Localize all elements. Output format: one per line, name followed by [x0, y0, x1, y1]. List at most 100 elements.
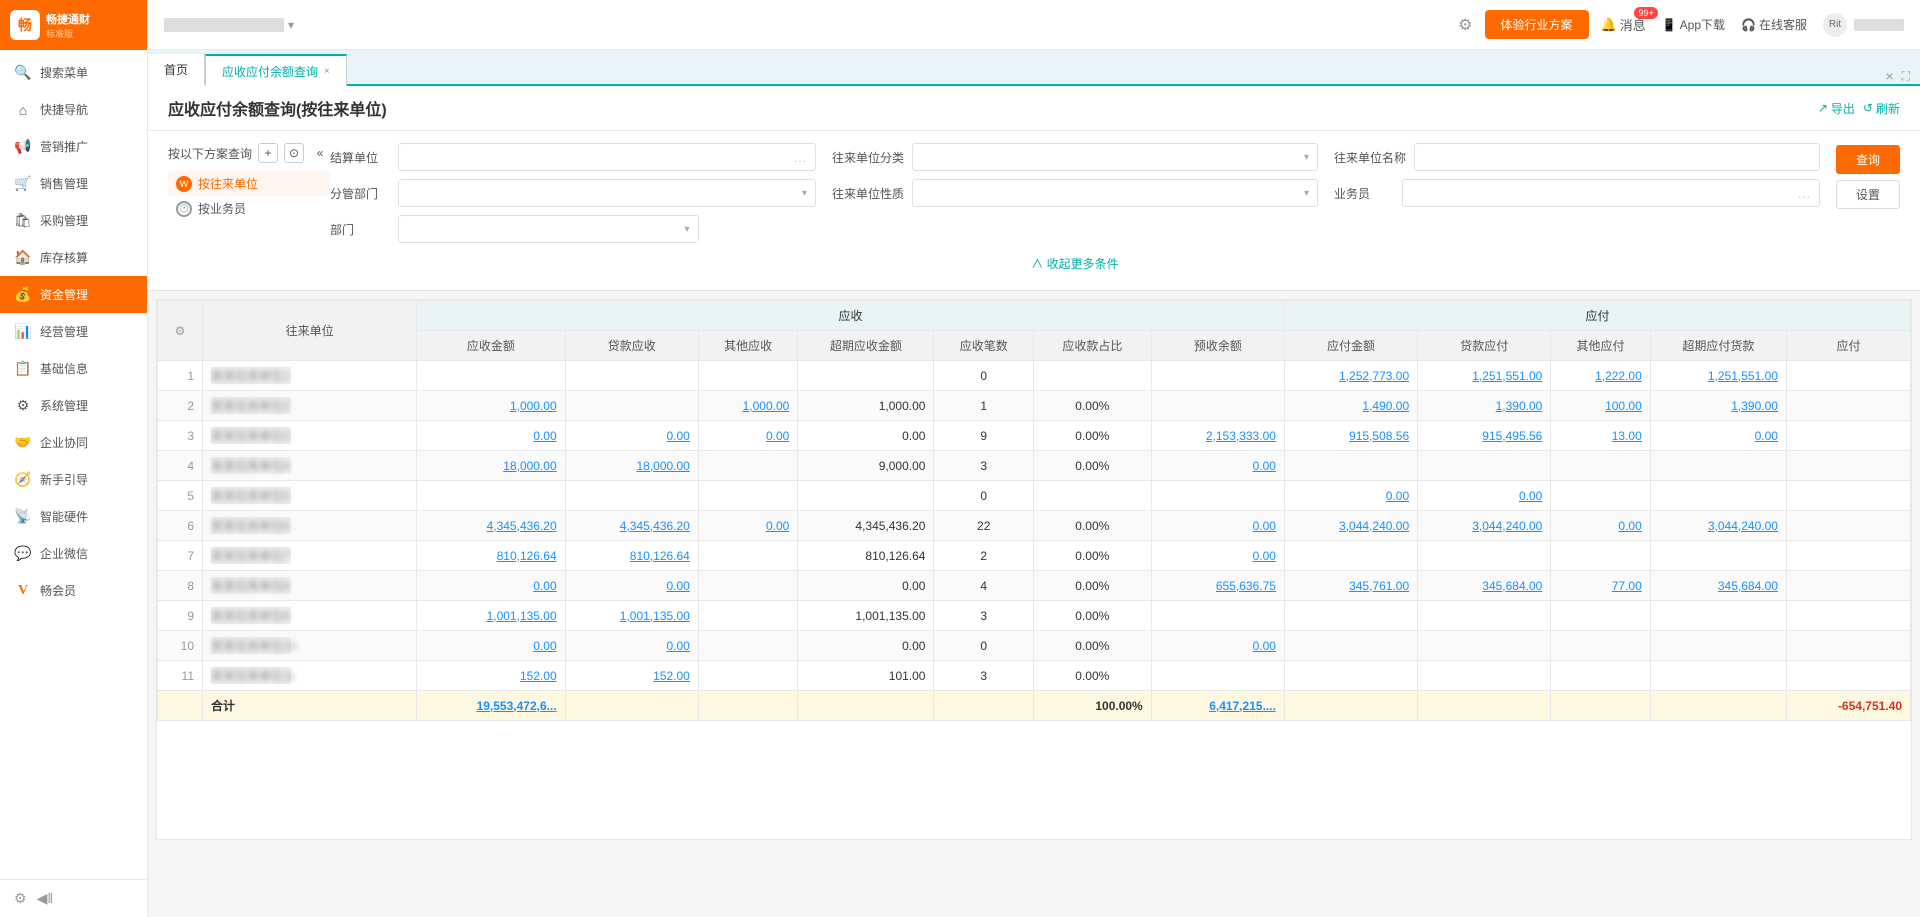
inventory-icon: 🏠: [14, 249, 32, 266]
filter-collapse-btn[interactable]: ∧ 收起更多条件: [330, 249, 1820, 278]
sidebar-item-search-menu[interactable]: 🔍 搜索菜单: [0, 54, 147, 91]
total-receivable[interactable]: 19,553,472,6...: [417, 691, 566, 721]
branch-dept-input[interactable]: ▾: [398, 179, 816, 207]
partner-nature-row: 往来单位性质 ▾: [832, 179, 1318, 207]
settlement-unit-input[interactable]: …: [398, 143, 816, 171]
collab-icon: 🤝: [14, 434, 32, 451]
total-advance[interactable]: 6,417,215....: [1151, 691, 1284, 721]
sidebar-item-purchase[interactable]: 🛍 采购管理: [0, 202, 147, 239]
sidebar-settings-icon[interactable]: ⚙: [14, 890, 27, 907]
sidebar-logo: 畅 畅捷通财 标准版: [0, 0, 147, 50]
filter-expand-icon[interactable]: «: [310, 143, 330, 163]
sidebar-item-smart-hardware[interactable]: 📡 智能硬件: [0, 498, 147, 535]
filter-option-by-partner[interactable]: W 按往来单位: [168, 171, 330, 196]
table-settings-btn[interactable]: 设置: [1836, 180, 1900, 209]
partner-name-cell: 某某往来单位2: [203, 391, 417, 421]
partner-name-cell: 某某往来单位5: [203, 481, 417, 511]
partner-name-cell: 某某往来单位1: [203, 361, 417, 391]
tab-active[interactable]: 应收应付余额查询 ×: [205, 54, 347, 86]
data-table: ⚙ 往来单位 应收 应付 应收金额 贷款应收 其他应收 超期应收金额 应收笔数 …: [157, 300, 1911, 721]
sidebar-item-inventory[interactable]: 🏠 库存核算: [0, 239, 147, 276]
wechat-icon: 💬: [14, 545, 32, 562]
header-right: 🔔 消息 99+ 📱 App下载 🎧 在线客服 Rit: [1601, 13, 1904, 37]
sidebar-item-operations[interactable]: 📊 经营管理: [0, 313, 147, 350]
col-other-payable: 其他应付: [1551, 331, 1650, 361]
sidebar-item-beginner[interactable]: 🧭 新手引导: [0, 461, 147, 498]
partner-name-input[interactable]: [1414, 143, 1820, 171]
salesperson-row: 业务员 …: [1334, 179, 1820, 207]
table-container[interactable]: ⚙ 往来单位 应收 应付 应收金额 贷款应收 其他应收 超期应收金额 应收笔数 …: [156, 299, 1912, 840]
row-number: 5: [158, 481, 203, 511]
promo-btn[interactable]: 体验行业方案: [1485, 10, 1589, 39]
table-row: 11某某往来单位11152.00152.00101.0030.00%: [158, 661, 1911, 691]
filter-settings-icon[interactable]: ⊙: [284, 143, 304, 163]
username-text: [1854, 19, 1904, 31]
col-advance-balance: 预收余额: [1151, 331, 1284, 361]
breadcrumb-arrow[interactable]: ▾: [288, 18, 294, 32]
logo-icon: 畅: [10, 10, 40, 40]
refresh-icon: ↺: [1863, 101, 1873, 115]
operations-icon: 📊: [14, 323, 32, 340]
partner-name-cell: 某某往来单位7: [203, 541, 417, 571]
window-close-icon[interactable]: ×: [1885, 68, 1893, 84]
sidebar-item-finance[interactable]: 💰 资金管理: [0, 276, 147, 313]
page-header: 应收应付余额查询(按往来单位) ↗ 导出 ↺ 刷新: [148, 86, 1920, 131]
header-gear-icon[interactable]: ⚙: [1458, 15, 1472, 35]
partner-category-input[interactable]: ▾: [912, 143, 1318, 171]
col-receivable-amount: 应收金额: [417, 331, 566, 361]
sales-icon: 🛒: [14, 175, 32, 192]
settlement-unit-row: 结算单位 …: [330, 143, 816, 171]
tab-close-icon[interactable]: ×: [324, 66, 330, 77]
filter-add-btn[interactable]: +: [258, 143, 278, 163]
partner-name-cell: 某某往来单位4: [203, 451, 417, 481]
logo-text: 畅捷通财 标准版: [46, 11, 90, 40]
table-settings-icon[interactable]: ⚙: [166, 317, 194, 345]
headset-icon: 🎧: [1741, 18, 1756, 32]
row-number: 10: [158, 631, 203, 661]
table-row: 10某某往来单位100.000.000.0000.00%0.00: [158, 631, 1911, 661]
app-download-btn[interactable]: 📱 App下载: [1662, 16, 1725, 33]
salesperson-input[interactable]: …: [1402, 179, 1820, 207]
department-input[interactable]: ▾: [398, 215, 698, 243]
col-loan-payable: 贷款应付: [1418, 331, 1551, 361]
online-service-btn[interactable]: 🎧 在线客服: [1741, 16, 1807, 33]
partner-name-row: 往来单位名称: [1334, 143, 1820, 171]
main-content: 应收应付余额查询(按往来单位) ↗ 导出 ↺ 刷新 按以下方案查询 + ⊙ «: [148, 86, 1920, 917]
sidebar-item-enterprise-collab[interactable]: 🤝 企业协同: [0, 424, 147, 461]
sidebar-item-system[interactable]: ⚙ 系统管理: [0, 387, 147, 424]
refresh-btn[interactable]: ↺ 刷新: [1863, 100, 1900, 117]
window-maximize-icon[interactable]: ⛶: [1902, 69, 1910, 84]
filter-option-by-salesperson[interactable]: 🕐 按业务员: [168, 196, 330, 221]
avatar: Rit: [1823, 13, 1847, 37]
beginner-icon: 🧭: [14, 471, 32, 488]
partner-nature-input[interactable]: ▾: [912, 179, 1318, 207]
partner-name-cell: 某某往来单位9: [203, 601, 417, 631]
sidebar-item-vip-member[interactable]: V 畅会员: [0, 572, 147, 609]
page-actions: ↗ 导出 ↺ 刷新: [1818, 100, 1900, 117]
top-header: ▾ ⚙ 体验行业方案 🔔 消息 99+ 📱 App下载 🎧 在线客服 Rit: [148, 0, 1920, 50]
page-title: 应收应付余额查询(按往来单位): [168, 96, 387, 120]
sidebar-collapse-icon[interactable]: ◀‖: [37, 890, 54, 907]
salesperson-option-icon: 🕐: [176, 201, 192, 217]
row-number: 2: [158, 391, 203, 421]
breadcrumb-text: [164, 18, 284, 32]
user-avatar[interactable]: Rit: [1823, 13, 1904, 37]
sidebar-item-enterprise-wechat[interactable]: 💬 企业微信: [0, 535, 147, 572]
sidebar-item-sales[interactable]: 🛒 销售管理: [0, 165, 147, 202]
partner-col-header: 往来单位: [203, 301, 417, 361]
col-overdue-receivable: 超期应收金额: [798, 331, 934, 361]
export-btn[interactable]: ↗ 导出: [1818, 100, 1855, 117]
filter-fields: 结算单位 … 往来单位分类 ▾ 往来单位名称: [330, 143, 1820, 278]
partner-name-cell: 某某往来单位6: [203, 511, 417, 541]
sidebar-item-basic-info[interactable]: 📋 基础信息: [0, 350, 147, 387]
col-payable-amount: 应付金额: [1284, 331, 1417, 361]
basic-info-icon: 📋: [14, 360, 32, 377]
partner-category-row: 往来单位分类 ▾: [832, 143, 1318, 171]
query-btn[interactable]: 查询: [1836, 145, 1900, 174]
sidebar-item-quick-nav[interactable]: ⌂ 快捷导航: [0, 91, 147, 128]
total-payable: -654,751.40: [1786, 691, 1910, 721]
table-row: 6某某往来单位64,345,436.204,345,436.200.004,34…: [158, 511, 1911, 541]
notification-btn[interactable]: 🔔 消息 99+: [1601, 15, 1646, 34]
sidebar-item-marketing[interactable]: 📢 营销推广: [0, 128, 147, 165]
tab-home[interactable]: 首页: [148, 54, 205, 86]
